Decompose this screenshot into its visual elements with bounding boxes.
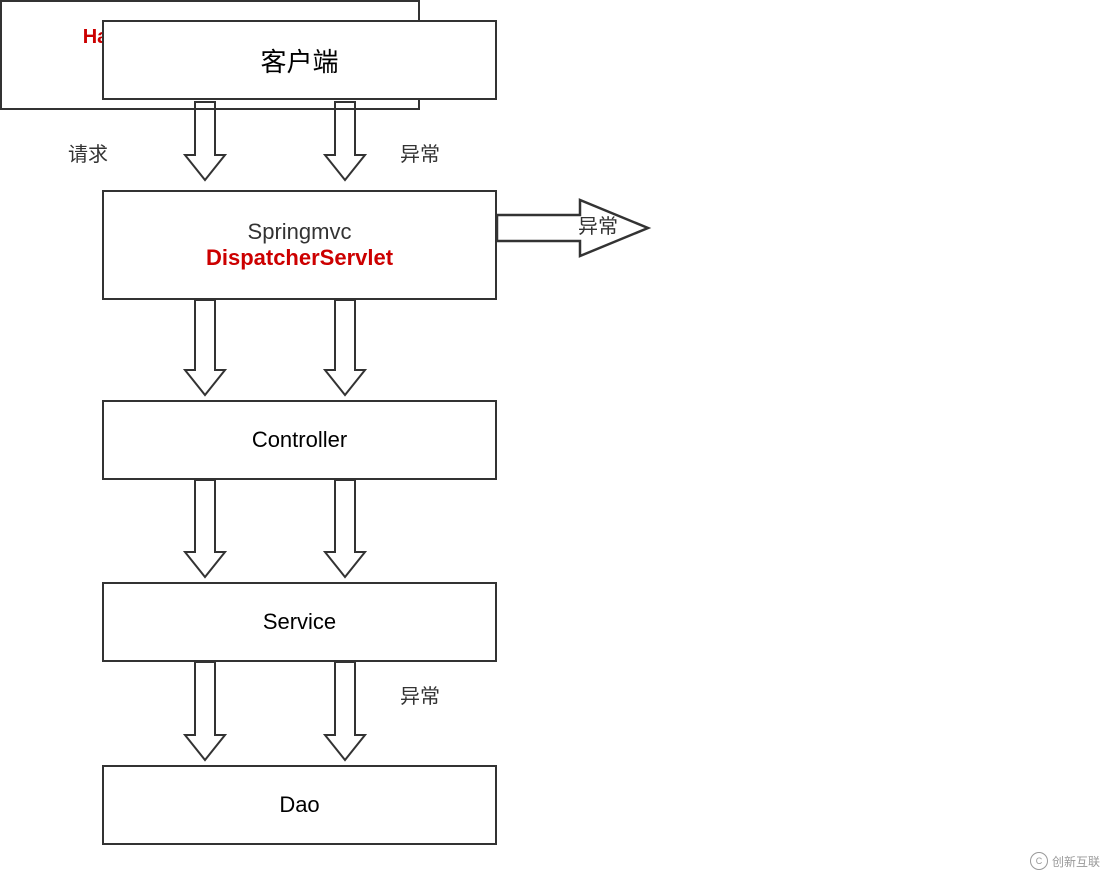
diagram: 客户端 Springmvc DispatcherServlet Controll… xyxy=(0,0,1108,878)
arrow-down-service-dao xyxy=(185,662,225,760)
controller-label: Controller xyxy=(252,427,347,453)
watermark-icon-text: C xyxy=(1036,856,1043,866)
watermark: C 创新互联 xyxy=(1030,852,1100,870)
client-box: 客户端 xyxy=(102,20,497,100)
exception-label-top: 异常 xyxy=(400,138,440,167)
service-label: Service xyxy=(263,609,336,635)
controller-box: Controller xyxy=(102,400,497,480)
watermark-icon: C xyxy=(1030,852,1048,870)
arrow-up-service-controller xyxy=(325,480,365,577)
watermark-text: 创新互联 xyxy=(1052,853,1100,870)
dispatcher-line1: Springmvc xyxy=(248,219,352,245)
request-label: 请求 xyxy=(68,138,108,167)
service-box: Service xyxy=(102,582,497,662)
exception-label-bottom: 异常 xyxy=(400,680,440,709)
client-label: 客户端 xyxy=(260,42,338,79)
dispatcher-box: Springmvc DispatcherServlet xyxy=(102,190,497,300)
dao-label: Dao xyxy=(279,792,319,818)
dispatcher-line2: DispatcherServlet xyxy=(206,245,393,271)
arrow-down-dispatcher-controller xyxy=(185,300,225,395)
dao-box: Dao xyxy=(102,765,497,845)
arrow-down-request xyxy=(185,102,225,180)
arrow-right-to-handler xyxy=(497,200,648,256)
exception-label-right: 异常 xyxy=(578,210,618,239)
arrow-up-dao-service xyxy=(325,662,365,760)
arrow-up-controller-dispatcher xyxy=(325,300,365,395)
arrow-down-controller-service xyxy=(185,480,225,577)
arrow-up-exception-top xyxy=(325,102,365,180)
